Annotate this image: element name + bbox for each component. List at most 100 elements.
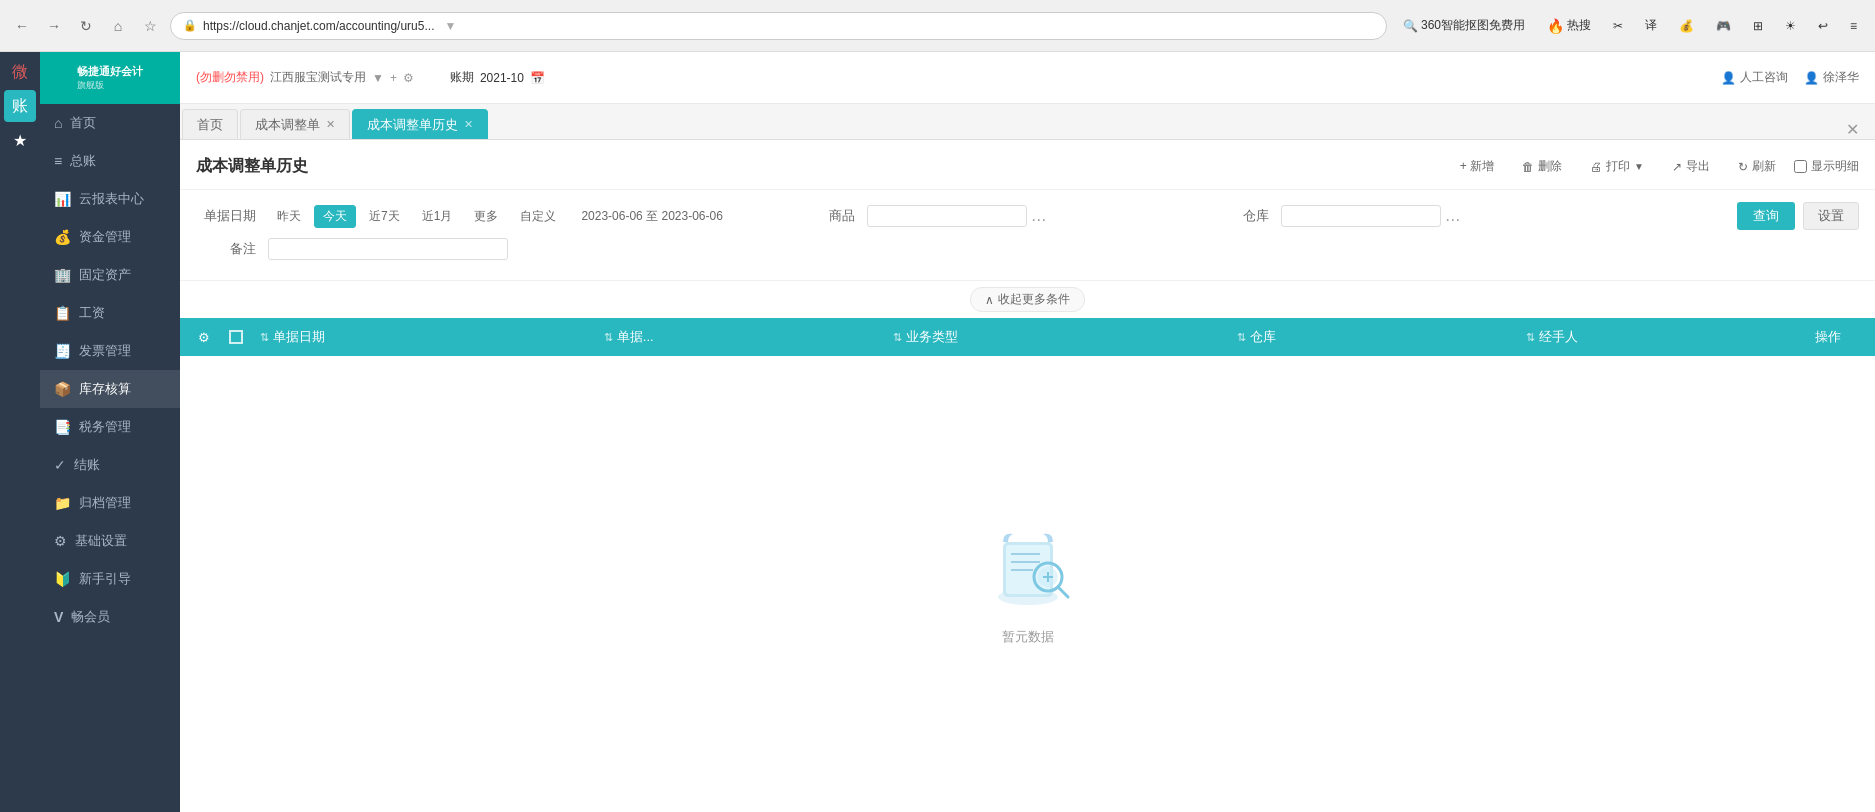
- back-button[interactable]: ←: [10, 14, 34, 38]
- reports-icon: 📊: [54, 191, 71, 207]
- select-all-checkbox[interactable]: [229, 330, 243, 344]
- th-handler[interactable]: ⇅ 经手人: [1518, 328, 1807, 346]
- scissors-tool[interactable]: ✂: [1605, 12, 1631, 40]
- th-checkbox-all[interactable]: [220, 330, 252, 344]
- setting-button[interactable]: 设置: [1803, 202, 1859, 230]
- funds-icon: 💰: [54, 229, 71, 245]
- sidebar-item-salary[interactable]: 📋 工资: [40, 294, 180, 332]
- remark-input[interactable]: [268, 238, 508, 260]
- export-icon: ↗: [1672, 160, 1682, 174]
- address-bar[interactable]: 🔒 https://cloud.chanjet.com/accounting/u…: [170, 12, 1387, 40]
- tab-home[interactable]: 首页: [182, 109, 238, 139]
- brightness-tool[interactable]: ☀: [1777, 12, 1804, 40]
- collapse-button[interactable]: ∧ 收起更多条件: [970, 287, 1085, 312]
- sidebar-item-inventory[interactable]: 📦 库存核算: [40, 370, 180, 408]
- date-filter-label: 单据日期: [196, 207, 256, 225]
- last-month-btn[interactable]: 近1月: [413, 205, 462, 228]
- grid-tool[interactable]: ⊞: [1745, 12, 1771, 40]
- sidebar-item-assets[interactable]: 🏢 固定资产: [40, 256, 180, 294]
- tab-cost-adjustment[interactable]: 成本调整单 ✕: [240, 109, 350, 139]
- icon-bar-bill[interactable]: 账: [4, 90, 36, 122]
- query-actions: 查询 设置: [1737, 202, 1859, 230]
- home-button[interactable]: ⌂: [106, 14, 130, 38]
- tab-cost-history[interactable]: 成本调整单历史 ✕: [352, 109, 488, 139]
- tab-cost-label: 成本调整单: [255, 116, 320, 134]
- wallet-tool[interactable]: 💰: [1671, 12, 1702, 40]
- page-actions: + 新增 🗑 删除 🖨 打印 ▼ ↗ 导出 ↻: [1450, 154, 1859, 179]
- company-warning: (勿删勿禁用): [196, 69, 264, 86]
- icon-bar-weibo[interactable]: 微: [4, 56, 36, 88]
- tab-home-label: 首页: [197, 116, 223, 134]
- warehouse-input[interactable]: [1281, 205, 1441, 227]
- today-btn[interactable]: 今天: [314, 205, 356, 228]
- sidebar-item-home[interactable]: ⌂ 首页: [40, 104, 180, 142]
- ledger-icon: ≡: [54, 153, 62, 169]
- vip-icon: V: [54, 609, 63, 625]
- consultant-button[interactable]: 👤 人工咨询: [1721, 69, 1788, 86]
- period-label: 账期: [450, 69, 474, 86]
- th-gear[interactable]: ⚙: [188, 330, 220, 345]
- bookmark-button[interactable]: ☆: [138, 14, 162, 38]
- refresh-button[interactable]: ↻: [74, 14, 98, 38]
- invoice-icon: 🧾: [54, 343, 71, 359]
- table-area: ⚙ ⇅ 单据日期 ⇅ 单据... ⇅ 业务类型: [180, 318, 1875, 812]
- game-tool[interactable]: 🎮: [1708, 12, 1739, 40]
- query-button[interactable]: 查询: [1737, 202, 1795, 230]
- ssl-icon: 🔒: [183, 19, 197, 32]
- sidebar-item-ledger[interactable]: ≡ 总账: [40, 142, 180, 180]
- warehouse-dots[interactable]: …: [1441, 207, 1465, 225]
- company-selector[interactable]: (勿删勿禁用) 江西服宝测试专用 ▼ + ⚙: [196, 69, 414, 86]
- sidebar-label-settle: 结账: [74, 456, 100, 474]
- goods-input[interactable]: [867, 205, 1027, 227]
- tab-close-icon[interactable]: ✕: [326, 118, 335, 131]
- sidebar-label-guide: 新手引导: [79, 570, 131, 588]
- add-company-icon[interactable]: +: [390, 71, 397, 85]
- export-button[interactable]: ↗ 导出: [1662, 154, 1720, 179]
- svg-line-8: [1058, 587, 1068, 597]
- hot-tool[interactable]: 🔥 热搜: [1539, 12, 1599, 40]
- sidebar-item-archive[interactable]: 📁 归档管理: [40, 484, 180, 522]
- sidebar-item-settings[interactable]: ⚙ 基础设置: [40, 522, 180, 560]
- sidebar-item-invoice[interactable]: 🧾 发票管理: [40, 332, 180, 370]
- sidebar-item-vip[interactable]: V 畅会员: [40, 598, 180, 636]
- display-checkbox[interactable]: [1794, 160, 1807, 173]
- sidebar-item-settle[interactable]: ✓ 结账: [40, 446, 180, 484]
- voucher-sort-icon: ⇅: [604, 331, 613, 344]
- sidebar: 畅捷通好会计 旗舰版 ⌂ 首页 ≡ 总账 📊 云报表中心 💰 资金管理 🏢 固定…: [40, 52, 180, 812]
- search-tool[interactable]: 🔍 360智能抠图免费用: [1395, 12, 1533, 40]
- custom-btn[interactable]: 自定义: [511, 205, 565, 228]
- refresh-button[interactable]: ↻ 刷新: [1728, 154, 1786, 179]
- th-biztype[interactable]: ⇅ 业务类型: [885, 328, 1229, 346]
- forward-button[interactable]: →: [42, 14, 66, 38]
- dropdown-icon: ▼: [444, 19, 456, 33]
- th-voucher[interactable]: ⇅ 单据...: [596, 328, 885, 346]
- new-button[interactable]: + 新增: [1450, 154, 1504, 179]
- window-close-button[interactable]: ✕: [1830, 120, 1875, 139]
- undo-tool[interactable]: ↩: [1810, 12, 1836, 40]
- salary-icon: 📋: [54, 305, 71, 321]
- calendar-icon[interactable]: 📅: [530, 71, 545, 85]
- user-info[interactable]: 👤 徐泽华: [1804, 69, 1859, 86]
- th-date[interactable]: ⇅ 单据日期: [252, 328, 596, 346]
- page-header: 成本调整单历史 + 新增 🗑 删除 🖨 打印 ▼ ↗ 导出: [180, 140, 1875, 190]
- menu-tool[interactable]: ≡: [1842, 12, 1865, 40]
- translate-tool[interactable]: 译: [1637, 12, 1665, 40]
- settings-cog-icon[interactable]: ⚙: [403, 71, 414, 85]
- sidebar-item-reports[interactable]: 📊 云报表中心: [40, 180, 180, 218]
- print-button[interactable]: 🖨 打印 ▼: [1580, 154, 1654, 179]
- yesterday-btn[interactable]: 昨天: [268, 205, 310, 228]
- sidebar-item-tax[interactable]: 📑 税务管理: [40, 408, 180, 446]
- sidebar-label-salary: 工资: [79, 304, 105, 322]
- delete-button[interactable]: 🗑 删除: [1512, 154, 1572, 179]
- th-warehouse[interactable]: ⇅ 仓库: [1229, 328, 1518, 346]
- sidebar-item-guide[interactable]: 🔰 新手引导: [40, 560, 180, 598]
- sidebar-label-inventory: 库存核算: [79, 380, 131, 398]
- last7days-btn[interactable]: 近7天: [360, 205, 409, 228]
- search-icon: 🔍: [1403, 19, 1418, 33]
- tab-history-close-icon[interactable]: ✕: [464, 118, 473, 131]
- display-toggle[interactable]: 显示明细: [1794, 158, 1859, 175]
- icon-bar-star[interactable]: ★: [4, 124, 36, 156]
- goods-dots[interactable]: …: [1027, 207, 1051, 225]
- more-btn[interactable]: 更多: [465, 205, 507, 228]
- sidebar-item-funds[interactable]: 💰 资金管理: [40, 218, 180, 256]
